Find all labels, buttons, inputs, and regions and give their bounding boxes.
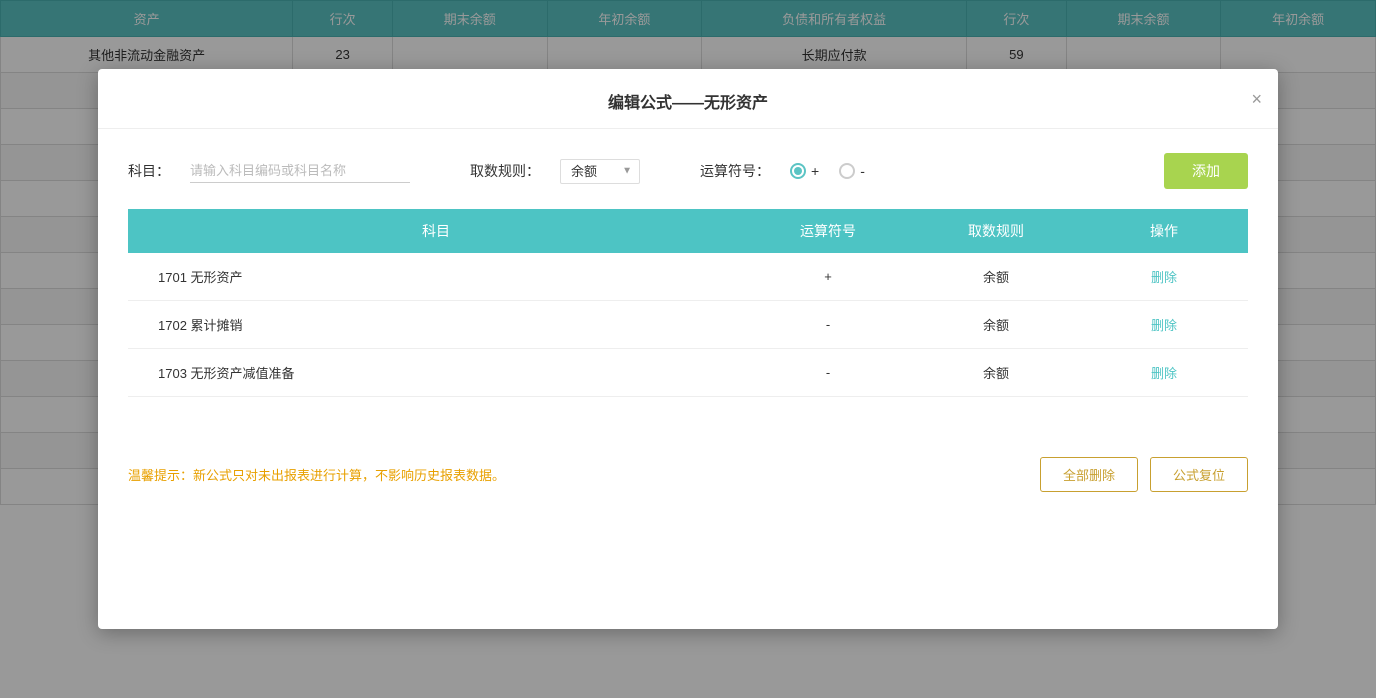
radio-plus-icon <box>790 163 806 179</box>
modal-body: 科目： 取数规则： 余额 运算符号： + - <box>98 129 1278 441</box>
delete-button-3[interactable]: 删除 <box>1151 363 1177 382</box>
delete-button-2[interactable]: 删除 <box>1151 315 1177 334</box>
modal-header: 编辑公式——无形资产 × <box>98 69 1278 129</box>
modal-overlay: 编辑公式——无形资产 × 科目： 取数规则： 余额 运算符号： + <box>0 0 1376 698</box>
row3-subject: 1703 无形资产减值准备 <box>128 349 744 397</box>
operator-radio-minus[interactable]: - <box>839 163 865 179</box>
row2-action: 删除 <box>1080 301 1248 349</box>
radio-minus-label: - <box>860 163 865 179</box>
col-rule: 取数规则 <box>912 209 1080 253</box>
formula-row-1: 1701 无形资产 + 余额 删除 <box>128 253 1248 301</box>
radio-plus-label: + <box>811 163 819 179</box>
col-action: 操作 <box>1080 209 1248 253</box>
row1-rule: 余额 <box>912 253 1080 301</box>
modal-title: 编辑公式——无形资产 <box>608 95 768 112</box>
col-subject: 科目 <box>128 209 744 253</box>
row2-subject: 1702 累计摊销 <box>128 301 744 349</box>
delete-all-button[interactable]: 全部删除 <box>1040 457 1138 492</box>
formula-row-2: 1702 累计摊销 - 余额 删除 <box>128 301 1248 349</box>
operator-radio-plus[interactable]: + <box>790 163 819 179</box>
subject-label: 科目： <box>128 161 170 181</box>
row3-action: 删除 <box>1080 349 1248 397</box>
row2-rule: 余额 <box>912 301 1080 349</box>
rule-select[interactable]: 余额 <box>560 159 640 184</box>
row3-rule: 余额 <box>912 349 1080 397</box>
modal-footer: 温馨提示：新公式只对未出报表进行计算，不影响历史报表数据。 全部删除 公式复位 <box>98 441 1278 516</box>
modal-dialog: 编辑公式——无形资产 × 科目： 取数规则： 余额 运算符号： + <box>98 69 1278 629</box>
radio-minus-icon <box>839 163 855 179</box>
subject-input[interactable] <box>190 159 410 183</box>
row1-action: 删除 <box>1080 253 1248 301</box>
row1-operator: + <box>744 253 912 301</box>
footer-buttons: 全部删除 公式复位 <box>1040 457 1248 492</box>
row2-operator: - <box>744 301 912 349</box>
operator-label: 运算符号： <box>700 161 770 181</box>
col-operator: 运算符号 <box>744 209 912 253</box>
rule-select-wrap[interactable]: 余额 <box>560 159 640 184</box>
reset-formula-button[interactable]: 公式复位 <box>1150 457 1248 492</box>
add-button[interactable]: 添加 <box>1164 153 1248 189</box>
row1-subject: 1701 无形资产 <box>128 253 744 301</box>
rule-label: 取数规则： <box>470 161 540 181</box>
delete-button-1[interactable]: 删除 <box>1151 267 1177 286</box>
modal-close-button[interactable]: × <box>1251 90 1262 108</box>
footer-hint: 温馨提示：新公式只对未出报表进行计算，不影响历史报表数据。 <box>128 465 505 484</box>
table-header-row: 科目 运算符号 取数规则 操作 <box>128 209 1248 253</box>
formula-row-3: 1703 无形资产减值准备 - 余额 删除 <box>128 349 1248 397</box>
form-row: 科目： 取数规则： 余额 运算符号： + - <box>128 153 1248 189</box>
formula-table: 科目 运算符号 取数规则 操作 1701 无形资产 + 余额 删除 <box>128 209 1248 397</box>
row3-operator: - <box>744 349 912 397</box>
